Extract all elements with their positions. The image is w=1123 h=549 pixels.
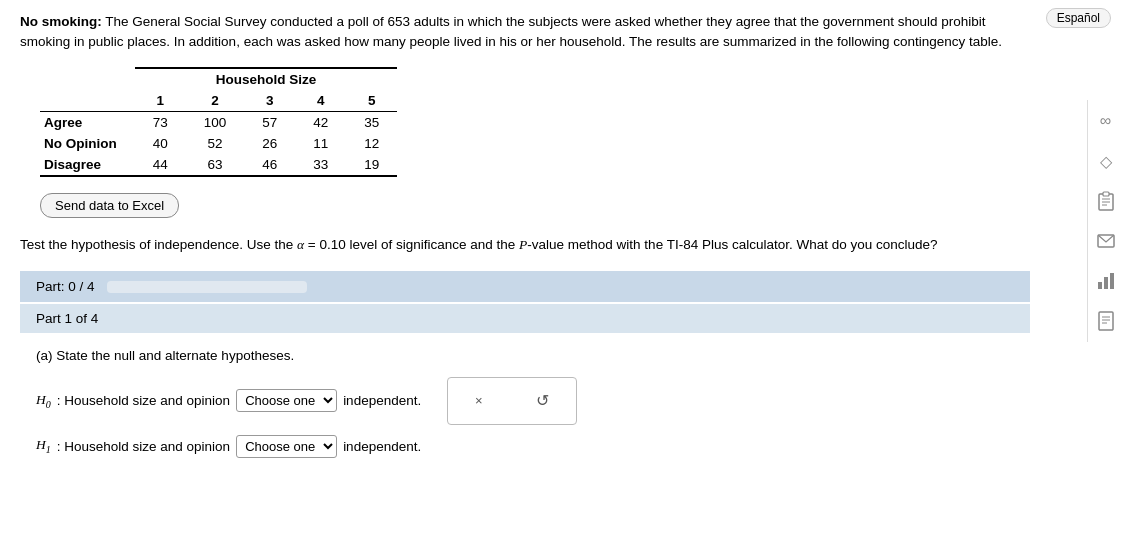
envelope-icon[interactable] xyxy=(1095,230,1117,252)
h1-line: H1 : Household size and opinion Choose o… xyxy=(36,435,1014,458)
row-label-agree: Agree xyxy=(40,111,135,133)
h0-label: H0 xyxy=(36,392,51,410)
h1-label: H1 xyxy=(36,437,51,455)
table-row-disagree: Disagree 44 63 46 33 19 xyxy=(40,154,397,176)
h1-choose-select[interactable]: Choose one are are not xyxy=(236,435,337,458)
diamond-icon[interactable]: ◇ xyxy=(1095,150,1117,172)
col-header-3: 3 xyxy=(244,90,295,112)
document-icon[interactable] xyxy=(1095,310,1117,332)
cell-agree-4: 42 xyxy=(295,111,346,133)
h0-suffix: independent. xyxy=(343,393,421,408)
contingency-table: Household Size 1 2 3 4 5 Agree 73 100 57… xyxy=(40,67,397,177)
h0-line: H0 : Household size and opinion Choose o… xyxy=(36,377,1014,425)
infinity-icon[interactable]: ∞ xyxy=(1095,110,1117,132)
h1-prefix: : Household size and opinion xyxy=(57,439,230,454)
svg-rect-8 xyxy=(1110,273,1114,289)
row-label-no-opinion: No Opinion xyxy=(40,133,135,154)
col-header-5: 5 xyxy=(346,90,397,112)
cell-dis-2: 63 xyxy=(186,154,245,176)
h1-suffix: independent. xyxy=(343,439,421,454)
svg-rect-9 xyxy=(1099,312,1113,330)
cell-dis-4: 33 xyxy=(295,154,346,176)
answer-box-refresh[interactable]: ↺ xyxy=(536,391,549,410)
cell-agree-1: 73 xyxy=(135,111,186,133)
row-label-disagree: Disagree xyxy=(40,154,135,176)
svg-rect-1 xyxy=(1103,192,1109,196)
cell-dis-5: 19 xyxy=(346,154,397,176)
col-header-1: 1 xyxy=(135,90,186,112)
problem-title: No smoking: xyxy=(20,14,102,29)
answer-box: × ↺ xyxy=(447,377,577,425)
table-row-no-opinion: No Opinion 40 52 26 11 12 xyxy=(40,133,397,154)
main-content: No smoking: The General Social Survey co… xyxy=(0,0,1080,498)
cell-agree-3: 57 xyxy=(244,111,295,133)
right-sidebar: ∞ ◇ xyxy=(1087,100,1123,342)
cell-noop-4: 11 xyxy=(295,133,346,154)
part-progress-label: Part: 0 / 4 xyxy=(36,279,95,294)
send-data-button[interactable]: Send data to Excel xyxy=(40,193,179,218)
cell-dis-3: 46 xyxy=(244,154,295,176)
cell-agree-5: 35 xyxy=(346,111,397,133)
progress-bar-background xyxy=(107,281,307,293)
svg-rect-7 xyxy=(1104,277,1108,289)
h0-choose-select[interactable]: Choose one are are not xyxy=(236,389,337,412)
state-hypothesis-prompt: (a) State the null and alternate hypothe… xyxy=(36,345,1014,367)
hypothesis-test-text: Test the hypothesis of independence. Use… xyxy=(20,234,1030,256)
part-progress-section: Part: 0 / 4 xyxy=(20,271,1030,302)
cell-noop-3: 26 xyxy=(244,133,295,154)
problem-description: The General Social Survey conducted a po… xyxy=(20,14,1002,49)
problem-text: No smoking: The General Social Survey co… xyxy=(20,12,1030,53)
language-button[interactable]: Español xyxy=(1046,8,1111,28)
h0-prefix: : Household size and opinion xyxy=(57,393,230,408)
table-row-agree: Agree 73 100 57 42 35 xyxy=(40,111,397,133)
col-header-2: 2 xyxy=(186,90,245,112)
part-label: Part 1 of 4 xyxy=(20,304,1030,333)
clipboard-icon[interactable] xyxy=(1095,190,1117,212)
cell-noop-5: 12 xyxy=(346,133,397,154)
bar-chart-icon[interactable] xyxy=(1095,270,1117,292)
col-header-4: 4 xyxy=(295,90,346,112)
table-section-header: Household Size xyxy=(135,68,398,90)
answer-box-x: × xyxy=(475,393,483,408)
part-content: (a) State the null and alternate hypothe… xyxy=(20,345,1030,478)
svg-rect-6 xyxy=(1098,282,1102,289)
cell-noop-2: 52 xyxy=(186,133,245,154)
cell-agree-2: 100 xyxy=(186,111,245,133)
cell-noop-1: 40 xyxy=(135,133,186,154)
cell-dis-1: 44 xyxy=(135,154,186,176)
